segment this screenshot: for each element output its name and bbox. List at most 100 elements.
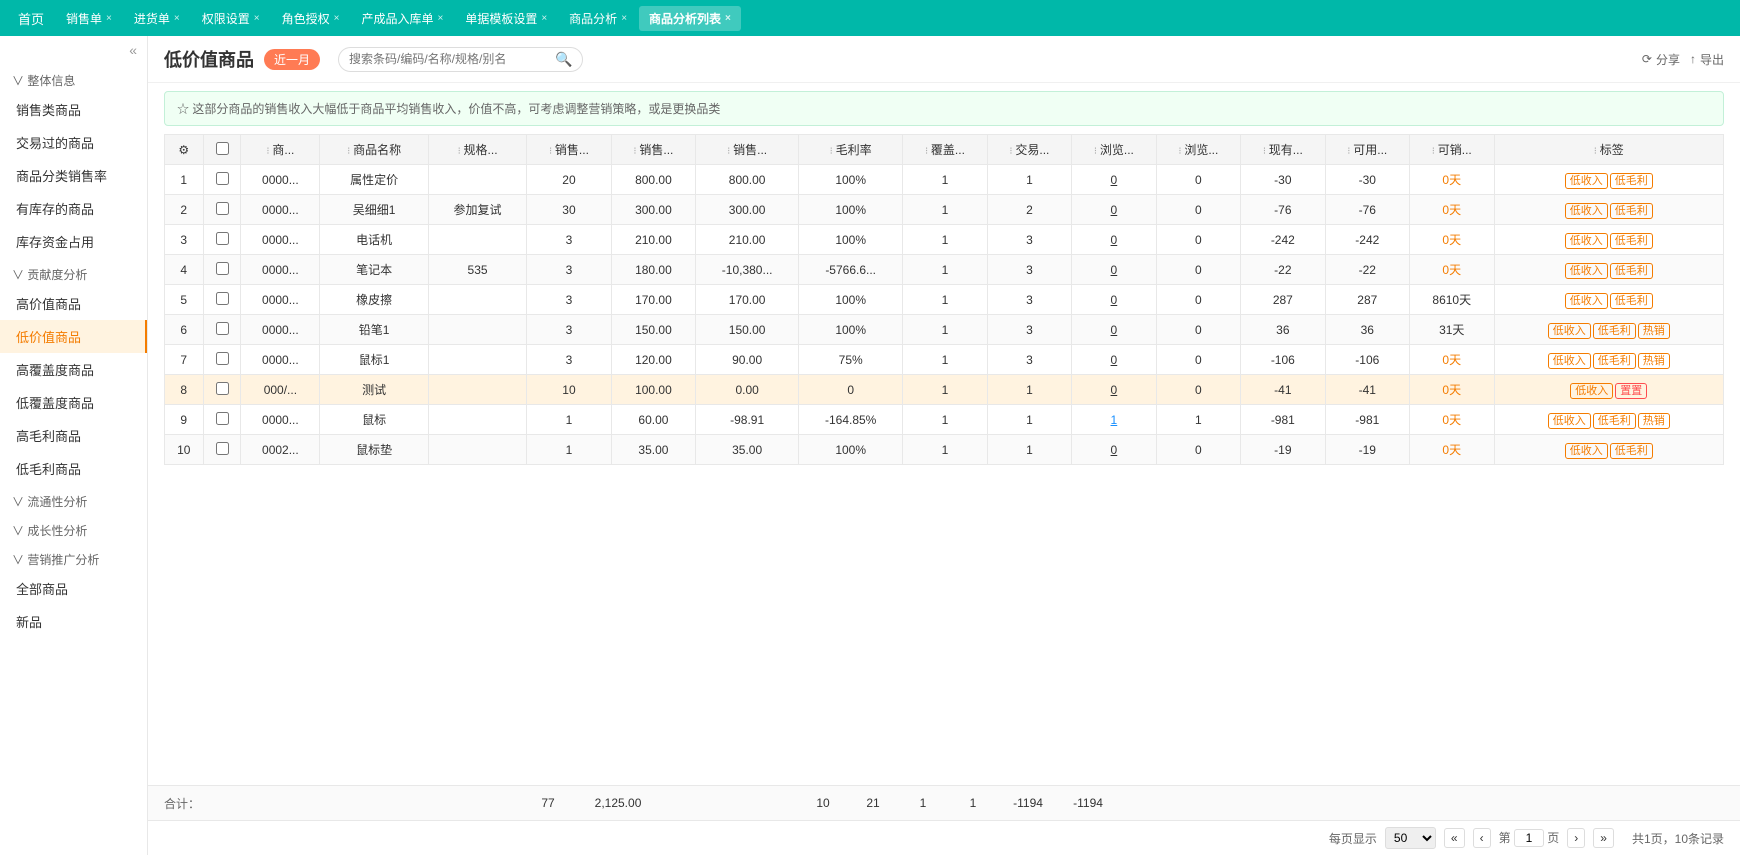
row-checkbox[interactable] [216, 292, 229, 305]
row-checkbox[interactable] [216, 232, 229, 245]
nav-home[interactable]: 首页 [8, 5, 54, 32]
row-s3: 210.00 [696, 225, 799, 255]
col-margin[interactable]: 毛利率 [799, 135, 903, 165]
last-page-btn[interactable]: » [1593, 828, 1614, 848]
row-checkbox[interactable] [216, 202, 229, 215]
col-name[interactable]: 商品名称 [320, 135, 429, 165]
row-browse1[interactable]: 0 [1072, 165, 1156, 195]
first-page-btn[interactable]: « [1444, 828, 1465, 848]
row-coverage: 1 [903, 285, 987, 315]
sidebar-item-all-products[interactable]: 全部商品 [0, 572, 147, 605]
col-tags[interactable]: 标签 [1494, 135, 1724, 165]
nav-close-purchase[interactable]: × [174, 13, 180, 24]
nav-item-analysis[interactable]: 商品分析 × [559, 6, 637, 31]
row-check[interactable] [203, 285, 241, 315]
nav-item-permissions[interactable]: 权限设置 × [192, 6, 270, 31]
nav-close-analysis[interactable]: × [621, 13, 627, 24]
row-check[interactable] [203, 225, 241, 255]
nav-item-inventory[interactable]: 产成品入库单 × [351, 6, 453, 31]
sidebar-item-stock-products[interactable]: 有库存的商品 [0, 192, 147, 225]
row-check[interactable] [203, 375, 241, 405]
sidebar-collapse-btn[interactable]: « [127, 40, 139, 60]
sidebar-item-traded[interactable]: 交易过的商品 [0, 126, 147, 159]
row-s1: 1 [527, 405, 611, 435]
col-sale3[interactable]: 销售... [696, 135, 799, 165]
nav-item-analysis-list[interactable]: 商品分析列表 × [639, 6, 741, 31]
select-all-checkbox[interactable] [216, 142, 229, 155]
share-button[interactable]: ⟳ 分享 [1642, 51, 1680, 68]
nav-close-sales[interactable]: × [106, 13, 112, 24]
row-check[interactable] [203, 255, 241, 285]
row-check[interactable] [203, 435, 241, 465]
row-browse1[interactable]: 1 [1072, 405, 1156, 435]
col-coverage[interactable]: 覆盖... [903, 135, 987, 165]
sidebar-item-sales-products[interactable]: 销售类商品 [0, 93, 147, 126]
row-checkbox[interactable] [216, 412, 229, 425]
col-checkbox[interactable] [203, 135, 241, 165]
sidebar-item-category-sales[interactable]: 商品分类销售率 [0, 159, 147, 192]
row-browse1[interactable]: 0 [1072, 375, 1156, 405]
nav-close-analysis-list[interactable]: × [725, 13, 731, 24]
row-checkbox[interactable] [216, 172, 229, 185]
next-page-btn[interactable]: › [1567, 828, 1585, 848]
sidebar-item-high-value[interactable]: 高价值商品 [0, 287, 147, 320]
col-sale1[interactable]: 销售... [527, 135, 611, 165]
nav-close-roles[interactable]: × [334, 13, 340, 24]
sidebar-group-growth[interactable]: ∨ 成长性分析 [0, 514, 147, 543]
sidebar-item-high-profit[interactable]: 高毛利商品 [0, 419, 147, 452]
row-browse1[interactable]: 0 [1072, 195, 1156, 225]
row-browse1[interactable]: 0 [1072, 345, 1156, 375]
col-browse1[interactable]: 浏览... [1072, 135, 1156, 165]
nav-item-purchase[interactable]: 进货单 × [124, 6, 190, 31]
col-spec[interactable]: 规格... [428, 135, 526, 165]
prev-page-btn[interactable]: ‹ [1473, 828, 1491, 848]
col-stock3[interactable]: 可销... [1410, 135, 1494, 165]
row-s1: 3 [527, 315, 611, 345]
col-code[interactable]: 商... [241, 135, 320, 165]
row-check[interactable] [203, 165, 241, 195]
row-check[interactable] [203, 195, 241, 225]
col-browse2[interactable]: 浏览... [1156, 135, 1240, 165]
row-check[interactable] [203, 345, 241, 375]
row-check[interactable] [203, 405, 241, 435]
row-browse1[interactable]: 0 [1072, 225, 1156, 255]
row-checkbox[interactable] [216, 382, 229, 395]
col-stock2[interactable]: 可用... [1325, 135, 1409, 165]
nav-item-template[interactable]: 单据模板设置 × [455, 6, 557, 31]
row-browse1[interactable]: 0 [1072, 315, 1156, 345]
row-browse1[interactable]: 0 [1072, 435, 1156, 465]
sidebar-item-new-products[interactable]: 新品 [0, 605, 147, 638]
row-browse1[interactable]: 0 [1072, 285, 1156, 315]
nav-close-inventory[interactable]: × [437, 13, 443, 24]
row-s1: 3 [527, 345, 611, 375]
col-stock1[interactable]: 现有... [1241, 135, 1325, 165]
row-code: 0000... [241, 345, 320, 375]
row-margin: 100% [799, 225, 903, 255]
row-checkbox[interactable] [216, 322, 229, 335]
row-checkbox[interactable] [216, 262, 229, 275]
sidebar-item-low-profit[interactable]: 低毛利商品 [0, 452, 147, 485]
row-check[interactable] [203, 315, 241, 345]
sidebar-item-low-value[interactable]: 低价值商品 [0, 320, 147, 353]
nav-item-sales[interactable]: 销售单 × [56, 6, 122, 31]
page-input[interactable] [1514, 829, 1544, 847]
row-checkbox[interactable] [216, 352, 229, 365]
nav-close-template[interactable]: × [541, 13, 547, 24]
time-filter-button[interactable]: 近一月 [264, 49, 320, 70]
sidebar-item-low-coverage[interactable]: 低覆盖度商品 [0, 386, 147, 419]
row-browse1[interactable]: 0 [1072, 255, 1156, 285]
export-button[interactable]: ↑ 导出 [1690, 51, 1724, 68]
col-trade[interactable]: 交易... [987, 135, 1071, 165]
row-checkbox[interactable] [216, 442, 229, 455]
sidebar-item-stock-funds[interactable]: 库存资金占用 [0, 225, 147, 258]
sidebar-item-high-coverage[interactable]: 高覆盖度商品 [0, 353, 147, 386]
search-icon[interactable]: 🔍 [555, 51, 572, 68]
search-input[interactable] [349, 52, 549, 66]
nav-close-permissions[interactable]: × [254, 13, 260, 24]
sidebar-group-flow[interactable]: ∨ 流通性分析 [0, 485, 147, 514]
nav-item-roles[interactable]: 角色授权 × [272, 6, 350, 31]
row-stock1: 287 [1241, 285, 1325, 315]
col-settings[interactable]: ⚙ [165, 135, 204, 165]
page-size-select[interactable]: 50 100 200 [1385, 827, 1436, 849]
col-sale2[interactable]: 销售... [611, 135, 695, 165]
